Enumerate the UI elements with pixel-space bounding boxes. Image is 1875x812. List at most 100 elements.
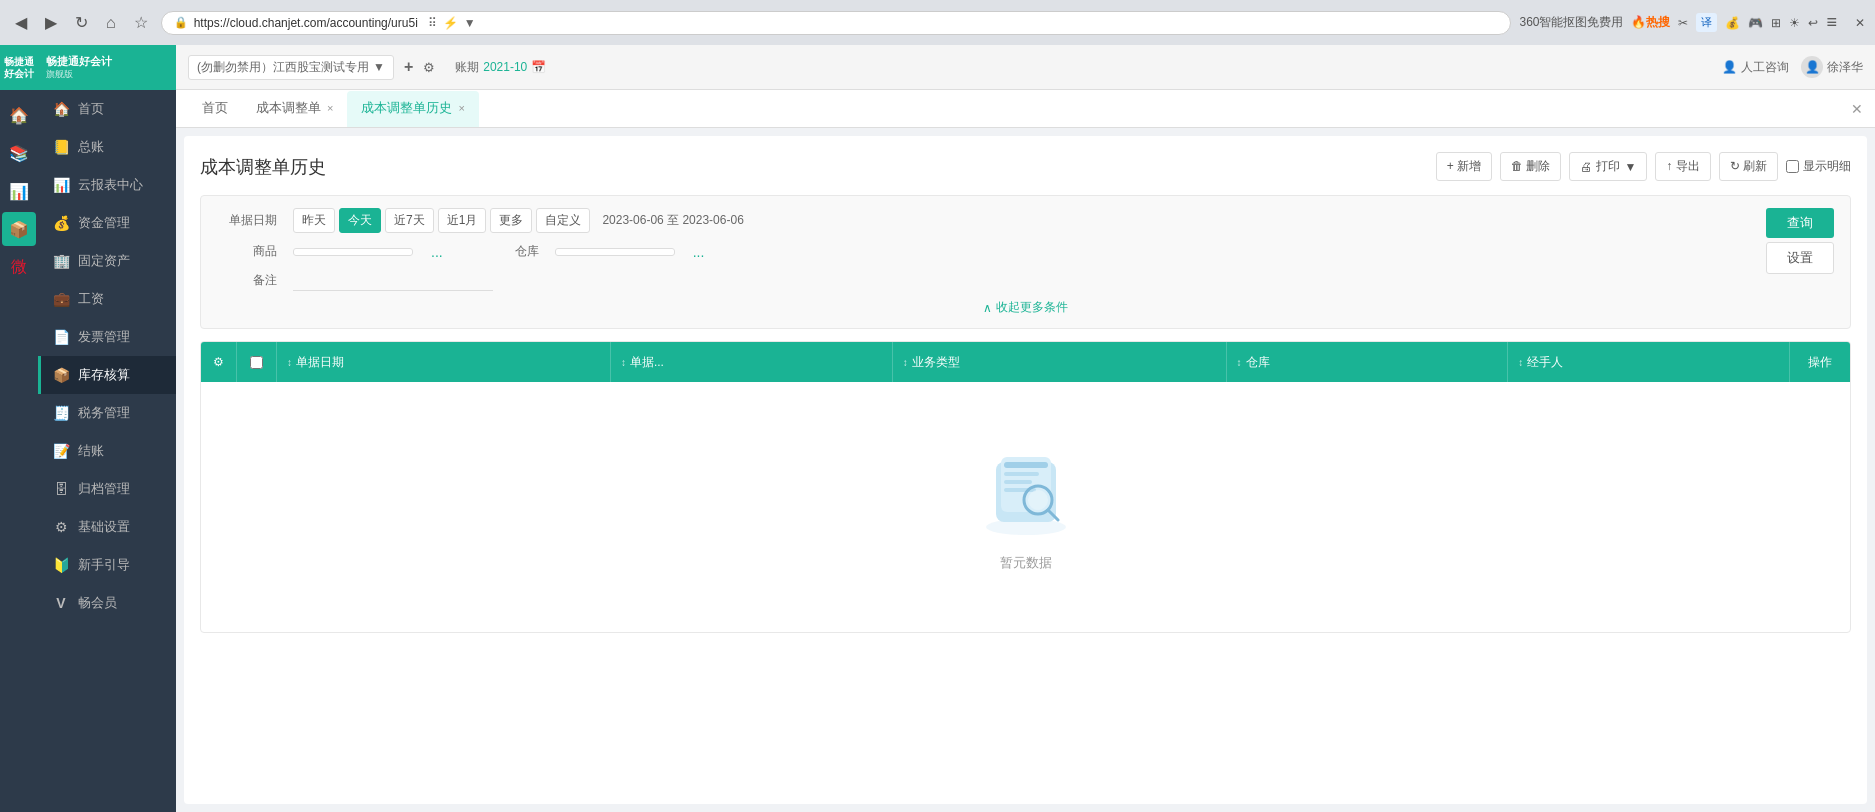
- th-action-label: 操作: [1808, 354, 1832, 371]
- tab-cost-adjust-history-close[interactable]: ×: [458, 102, 464, 114]
- sidebar-icon-weibo[interactable]: 微: [2, 250, 36, 284]
- nav-item-invoice[interactable]: 📄 发票管理: [38, 318, 176, 356]
- user-service-btn[interactable]: 👤 人工咨询: [1722, 59, 1789, 76]
- sidebar-icon-2[interactable]: 📚: [2, 136, 36, 170]
- scissor-icon[interactable]: ✂: [1678, 16, 1688, 30]
- print-btn[interactable]: 🖨 打印 ▼: [1569, 152, 1647, 181]
- coin-icon[interactable]: 💰: [1725, 16, 1740, 30]
- refresh-button[interactable]: ↻: [70, 11, 93, 34]
- th-voucher[interactable]: ↕ 单据...: [611, 342, 893, 382]
- search-tool[interactable]: 360智能抠图免费用: [1519, 14, 1623, 31]
- more-icon[interactable]: ≡: [1826, 12, 1837, 33]
- tab-cost-adjust[interactable]: 成本调整单 ×: [242, 91, 347, 127]
- add-company-btn[interactable]: +: [404, 58, 413, 76]
- new-btn[interactable]: + 新增: [1436, 152, 1492, 181]
- warehouse-more-btn[interactable]: ...: [693, 244, 705, 260]
- th-settings[interactable]: ⚙: [201, 342, 237, 382]
- theme-icon[interactable]: ☀: [1789, 16, 1800, 30]
- game-icon[interactable]: 🎮: [1748, 16, 1763, 30]
- nav-item-home[interactable]: 🏠 首页: [38, 90, 176, 128]
- toolbar: + 新增 🗑 删除 🖨 打印 ▼ ↑ 导出 ↻ 刷新 显示明细: [1436, 152, 1851, 181]
- goods-selector[interactable]: [293, 248, 413, 256]
- grid-icon[interactable]: ⊞: [1771, 16, 1781, 30]
- nav-item-settings[interactable]: ⚙ 基础设置: [38, 508, 176, 546]
- nav-item-ledger[interactable]: 📒 总账: [38, 128, 176, 166]
- page-title: 成本调整单历史: [200, 155, 326, 179]
- yesterday-btn[interactable]: 昨天: [293, 208, 335, 233]
- th-voucher-label: 单据...: [630, 354, 664, 371]
- nav-item-fixed-assets[interactable]: 🏢 固定资产: [38, 242, 176, 280]
- company-selector[interactable]: (勿删勿禁用）江西股宝测试专用 ▼: [188, 55, 394, 80]
- sidebar-icon-1[interactable]: 🏠: [2, 98, 36, 132]
- show-cols-checkbox[interactable]: [1786, 160, 1799, 173]
- company-settings-icon[interactable]: ⚙: [423, 60, 435, 75]
- address-bar[interactable]: 🔒 https://cloud.chanjet.com/accounting/u…: [161, 11, 1512, 35]
- nav-sidebar: 畅捷通好会计 旗舰版 🏠 首页 📒 总账 📊 云报表中心 💰 资金管理 🏢 固定…: [38, 45, 176, 812]
- last7-btn[interactable]: 近7天: [385, 208, 434, 233]
- forward-button[interactable]: ▶: [40, 11, 62, 34]
- search-btn[interactable]: 查询: [1766, 208, 1834, 238]
- tab-home[interactable]: 首页: [188, 91, 242, 127]
- nav-item-inventory[interactable]: 📦 库存核算: [38, 356, 176, 394]
- sidebar-icon-3[interactable]: 📊: [2, 174, 36, 208]
- collapse-btn[interactable]: ∧ 收起更多条件: [217, 299, 1834, 316]
- undo-icon[interactable]: ↩: [1808, 16, 1818, 30]
- company-dropdown-icon: ▼: [373, 60, 385, 74]
- translate-icon[interactable]: 译: [1696, 13, 1717, 32]
- filter-date-row: 单据日期 昨天 今天 近7天 近1月 更多 自定义 2023-06-06 至 2…: [217, 208, 1754, 233]
- page-content: 成本调整单历史 + 新增 🗑 删除 🖨 打印 ▼ ↑ 导出 ↻ 刷新 显示明细: [184, 136, 1867, 804]
- close-all-btn[interactable]: ✕: [1851, 101, 1863, 117]
- home-button[interactable]: ⌂: [101, 12, 121, 34]
- more-btn[interactable]: 更多: [490, 208, 532, 233]
- svg-rect-5: [1004, 480, 1032, 484]
- export-btn[interactable]: ↑ 导出: [1655, 152, 1710, 181]
- nav-item-funds[interactable]: 💰 资金管理: [38, 204, 176, 242]
- tab-cost-adjust-close[interactable]: ×: [327, 102, 333, 114]
- warehouse-filter-label: 仓库: [479, 243, 539, 260]
- star-button[interactable]: ☆: [129, 11, 153, 34]
- delete-btn[interactable]: 🗑 删除: [1500, 152, 1561, 181]
- th-handler[interactable]: ↕ 经手人: [1508, 342, 1790, 382]
- nav-item-archive[interactable]: 🗄 归档管理: [38, 470, 176, 508]
- calendar-icon[interactable]: 📅: [531, 60, 546, 74]
- select-all-checkbox[interactable]: [250, 356, 263, 369]
- nav-item-payroll[interactable]: 💼 工资: [38, 280, 176, 318]
- nav-label-closing: 结账: [78, 442, 104, 460]
- nav-item-reports[interactable]: 📊 云报表中心: [38, 166, 176, 204]
- warehouse-selector[interactable]: [555, 248, 675, 256]
- back-button[interactable]: ◀: [10, 11, 32, 34]
- nav-label-archive: 归档管理: [78, 480, 130, 498]
- nav-item-guide[interactable]: 🔰 新手引导: [38, 546, 176, 584]
- nav-label-home: 首页: [78, 100, 104, 118]
- collapse-label: 收起更多条件: [996, 299, 1068, 316]
- nav-label-guide: 新手引导: [78, 556, 130, 574]
- period-info: 账期 2021-10 📅: [455, 59, 546, 76]
- settings-btn[interactable]: 设置: [1766, 242, 1834, 274]
- nav-label-funds: 资金管理: [78, 214, 130, 232]
- remark-input[interactable]: [293, 270, 493, 291]
- funds-icon: 💰: [52, 215, 70, 231]
- th-warehouse[interactable]: ↕ 仓库: [1227, 342, 1509, 382]
- hot-search-badge[interactable]: 🔥热搜: [1631, 14, 1670, 31]
- nav-item-closing[interactable]: 📝 结账: [38, 432, 176, 470]
- th-date[interactable]: ↕ 单据日期: [277, 342, 611, 382]
- th-checkbox[interactable]: [237, 342, 277, 382]
- nav-header-content: 畅捷通好会计 旗舰版: [46, 54, 112, 81]
- sidebar-icon-active[interactable]: 📦: [2, 212, 36, 246]
- nav-item-vip[interactable]: V 畅会员: [38, 584, 176, 622]
- tab-cost-adjust-history[interactable]: 成本调整单历史 ×: [347, 91, 478, 127]
- last-month-btn[interactable]: 近1月: [438, 208, 487, 233]
- today-btn[interactable]: 今天: [339, 208, 381, 233]
- nav-item-tax[interactable]: 🧾 税务管理: [38, 394, 176, 432]
- goods-more-btn[interactable]: ...: [431, 244, 443, 260]
- custom-btn[interactable]: 自定义: [536, 208, 590, 233]
- th-type[interactable]: ↕ 业务类型: [893, 342, 1227, 382]
- ledger-icon: 📒: [52, 139, 70, 155]
- home-icon: 🏠: [52, 101, 70, 117]
- refresh-btn[interactable]: ↻ 刷新: [1719, 152, 1778, 181]
- close-icon[interactable]: ✕: [1855, 16, 1865, 30]
- vip-icon: V: [52, 595, 70, 611]
- sort-warehouse-icon: ↕: [1237, 357, 1242, 368]
- user-menu-btn[interactable]: 👤 徐泽华: [1801, 56, 1863, 78]
- th-action: 操作: [1790, 342, 1850, 382]
